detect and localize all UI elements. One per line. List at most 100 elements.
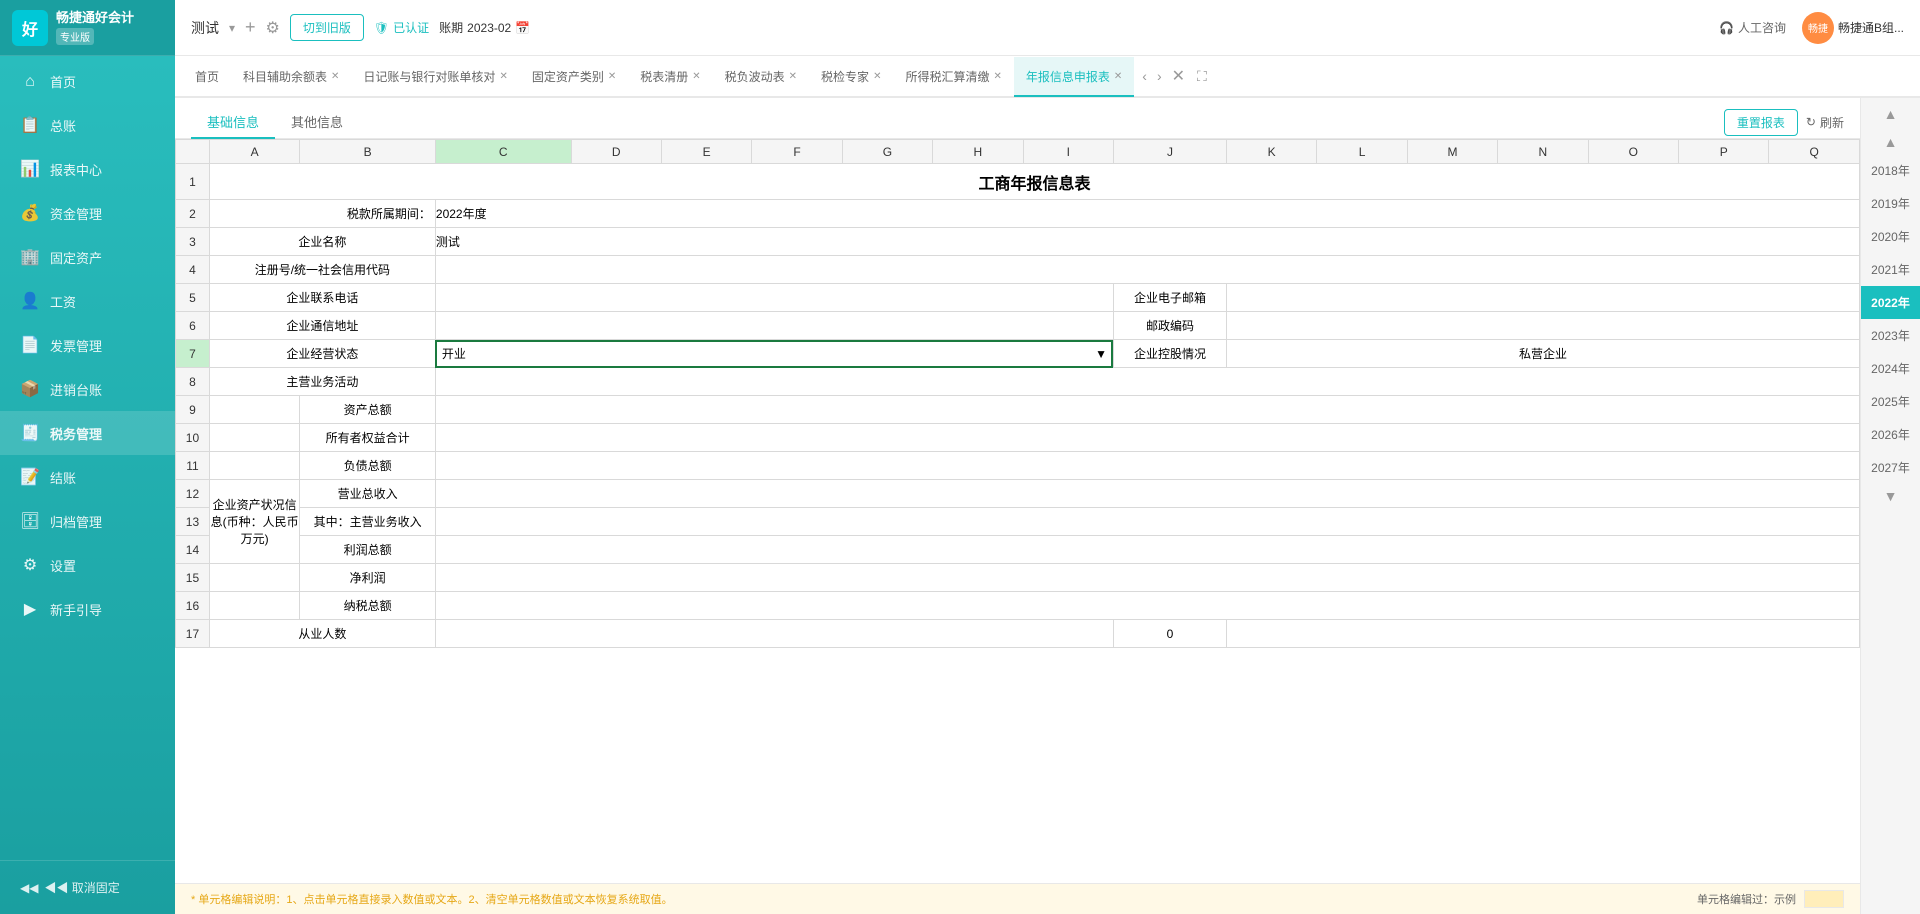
service-text: 人工咨询 [1738,19,1786,36]
cell-11-value[interactable] [435,452,1859,480]
sidebar-item-label: 发票管理 [50,336,102,355]
user-profile-button[interactable]: 畅捷 畅捷通B组... [1802,12,1904,44]
cell-6-addr-value[interactable] [435,312,1113,340]
tab-other-info[interactable]: 其他信息 [275,106,359,139]
tab-close-icon[interactable]: ✕ [873,71,881,82]
tab-auxiliary[interactable]: 科目辅助余额表✕ [231,57,351,97]
cell-13-b: 其中：主营业务收入 [300,508,436,536]
cell-10-value[interactable] [435,424,1859,452]
cell-16-value[interactable] [435,592,1859,620]
sub-tab-actions: 重置报表 ↻ 刷新 [1724,109,1844,136]
cell-14-value[interactable] [435,536,1859,564]
tab-tax_wave[interactable]: 税负波动表✕ [713,57,809,97]
cell-2-value[interactable]: 2022年度 [435,200,1859,228]
sidebar-item-label: 报表中心 [50,160,102,179]
year-item-2024年[interactable]: 2024年 [1861,352,1920,385]
year-item-2027年[interactable]: 2027年 [1861,451,1920,484]
col-header-f: F [752,140,842,164]
sidebar-item-home[interactable]: ⌂ 首页 [0,60,175,103]
cell-9-value[interactable] [435,396,1859,424]
spreadsheet[interactable]: A B C D E F G H I J K L M [175,139,1860,883]
tab-tax_return[interactable]: 税表清册✕ [628,57,712,97]
year-item-2025年[interactable]: 2025年 [1861,385,1920,418]
close-all-tabs-button[interactable]: ✕ [1166,64,1191,88]
year-item-2021年[interactable]: 2021年 [1861,253,1920,286]
cell-4-value[interactable] [435,256,1859,284]
report-icon: 📊 [20,159,40,179]
sidebar-item-fixed_asset[interactable]: 🏢 固定资产 [0,235,175,279]
sidebar-item-newbie[interactable]: ▶ 新手引导 [0,587,175,631]
tab-close-icon[interactable]: ✕ [1114,71,1122,82]
cell-17-value1[interactable] [435,620,1113,648]
row-header-5: 5 [176,284,210,312]
tab-next-icon[interactable]: › [1153,66,1166,86]
tab-basic-info[interactable]: 基础信息 [191,106,275,139]
topbar-settings-icon[interactable]: ⚙ [266,18,280,38]
year-up-btn[interactable]: ▲ [1876,130,1906,154]
sidebar-item-ledger[interactable]: 📋 总账 [0,103,175,147]
sidebar-item-label: 总账 [50,116,76,135]
cell-15-value[interactable] [435,564,1859,592]
cell-10-b: 所有者权益合计 [300,424,436,452]
tab-tax_expert[interactable]: 税检专家✕ [809,57,893,97]
sidebar-item-archive[interactable]: 🗄 归档管理 [0,499,175,543]
sheet-footer: * 单元格编辑说明：1、点击单元格直接录入数值或文本。2、清空单元格数值或文本恢… [175,883,1860,914]
cell-3-value[interactable]: 测试 [435,228,1859,256]
year-item-2019年[interactable]: 2019年 [1861,187,1920,220]
tab-fixed_asset_type[interactable]: 固定资产类别✕ [520,57,628,97]
sidebar-item-report[interactable]: 📊 报表中心 [0,147,175,191]
sidebar-item-label: 归档管理 [50,512,102,531]
tab-close-icon[interactable]: ✕ [993,71,1001,82]
year-item-2022年[interactable]: 2022年 [1861,286,1920,319]
sidebar-item-tax[interactable]: 🧾 税务管理 [0,411,175,455]
switch-old-version-button[interactable]: 切到旧版 [290,14,364,41]
customer-service-button[interactable]: 🎧 人工咨询 [1719,19,1786,36]
calendar-icon[interactable]: 📅 [515,21,530,35]
reset-report-button[interactable]: 重置报表 [1724,109,1798,136]
cell-5-email-value[interactable] [1226,284,1859,312]
tab-annual_report[interactable]: 年报信息申报表✕ [1014,57,1134,97]
tab-income_tax[interactable]: 所得税汇算清缴✕ [893,57,1013,97]
cell-5-phone-value[interactable] [435,284,1113,312]
topbar-dropdown-arrow[interactable]: ▾ [229,21,235,35]
topbar-add-button[interactable]: + [245,17,256,38]
cell-7-status-label: 企业经营状态 [209,340,435,368]
cell-13-value[interactable] [435,508,1859,536]
cell-7-holding-value[interactable]: 私营企业 [1226,340,1859,368]
cell-1-title[interactable]: 工商年报信息表 [209,164,1859,200]
tab-home[interactable]: 首页 [183,56,231,96]
cell-8-value[interactable] [435,368,1859,396]
tab-close-icon[interactable]: ✕ [331,71,339,82]
tab-journal[interactable]: 日记账与银行对账单核对✕ [351,57,519,97]
year-item-2020年[interactable]: 2020年 [1861,220,1920,253]
cell-17-value3[interactable] [1226,620,1859,648]
sidebar-item-checkout[interactable]: 📝 结账 [0,455,175,499]
cell-7-status-value[interactable]: 开业 ▼ [435,340,1113,368]
sidebar-item-settings[interactable]: ⚙ 设置 [0,543,175,587]
dropdown-value: 开业 [442,345,466,362]
year-scroll-up[interactable]: ▲ [1876,102,1906,126]
cell-12-value[interactable] [435,480,1859,508]
year-item-2023年[interactable]: 2023年 [1861,319,1920,352]
tab-close-icon[interactable]: ✕ [692,71,700,82]
cell-6-postal-value[interactable] [1226,312,1859,340]
year-item-2018年[interactable]: 2018年 [1861,154,1920,187]
unpin-button[interactable]: ◀◀ ◀◀ 取消固定 [0,871,175,904]
year-down-btn[interactable]: ▼ [1876,484,1906,508]
cell-11-b: 负债总额 [300,452,436,480]
tab-close-icon[interactable]: ✕ [608,71,616,82]
tab-close-icon[interactable]: ✕ [789,71,797,82]
sidebar-item-payroll[interactable]: 👤 工资 [0,279,175,323]
dropdown-arrow-icon[interactable]: ▼ [1095,347,1107,361]
year-item-2026年[interactable]: 2026年 [1861,418,1920,451]
cell-17-value2[interactable]: 0 [1113,620,1226,648]
sidebar-item-fund[interactable]: 💰 资金管理 [0,191,175,235]
refresh-button[interactable]: ↻ 刷新 [1806,114,1844,131]
sidebar-item-inventory[interactable]: 📦 进销台账 [0,367,175,411]
expand-icon[interactable]: ⛶ [1191,66,1213,87]
ledger-icon: 📋 [20,115,40,135]
tab-prev-icon[interactable]: ‹ [1138,66,1151,86]
tab-close-icon[interactable]: ✕ [499,71,507,82]
sidebar-item-invoice[interactable]: 📄 发票管理 [0,323,175,367]
cell-16-b: 纳税总额 [300,592,436,620]
